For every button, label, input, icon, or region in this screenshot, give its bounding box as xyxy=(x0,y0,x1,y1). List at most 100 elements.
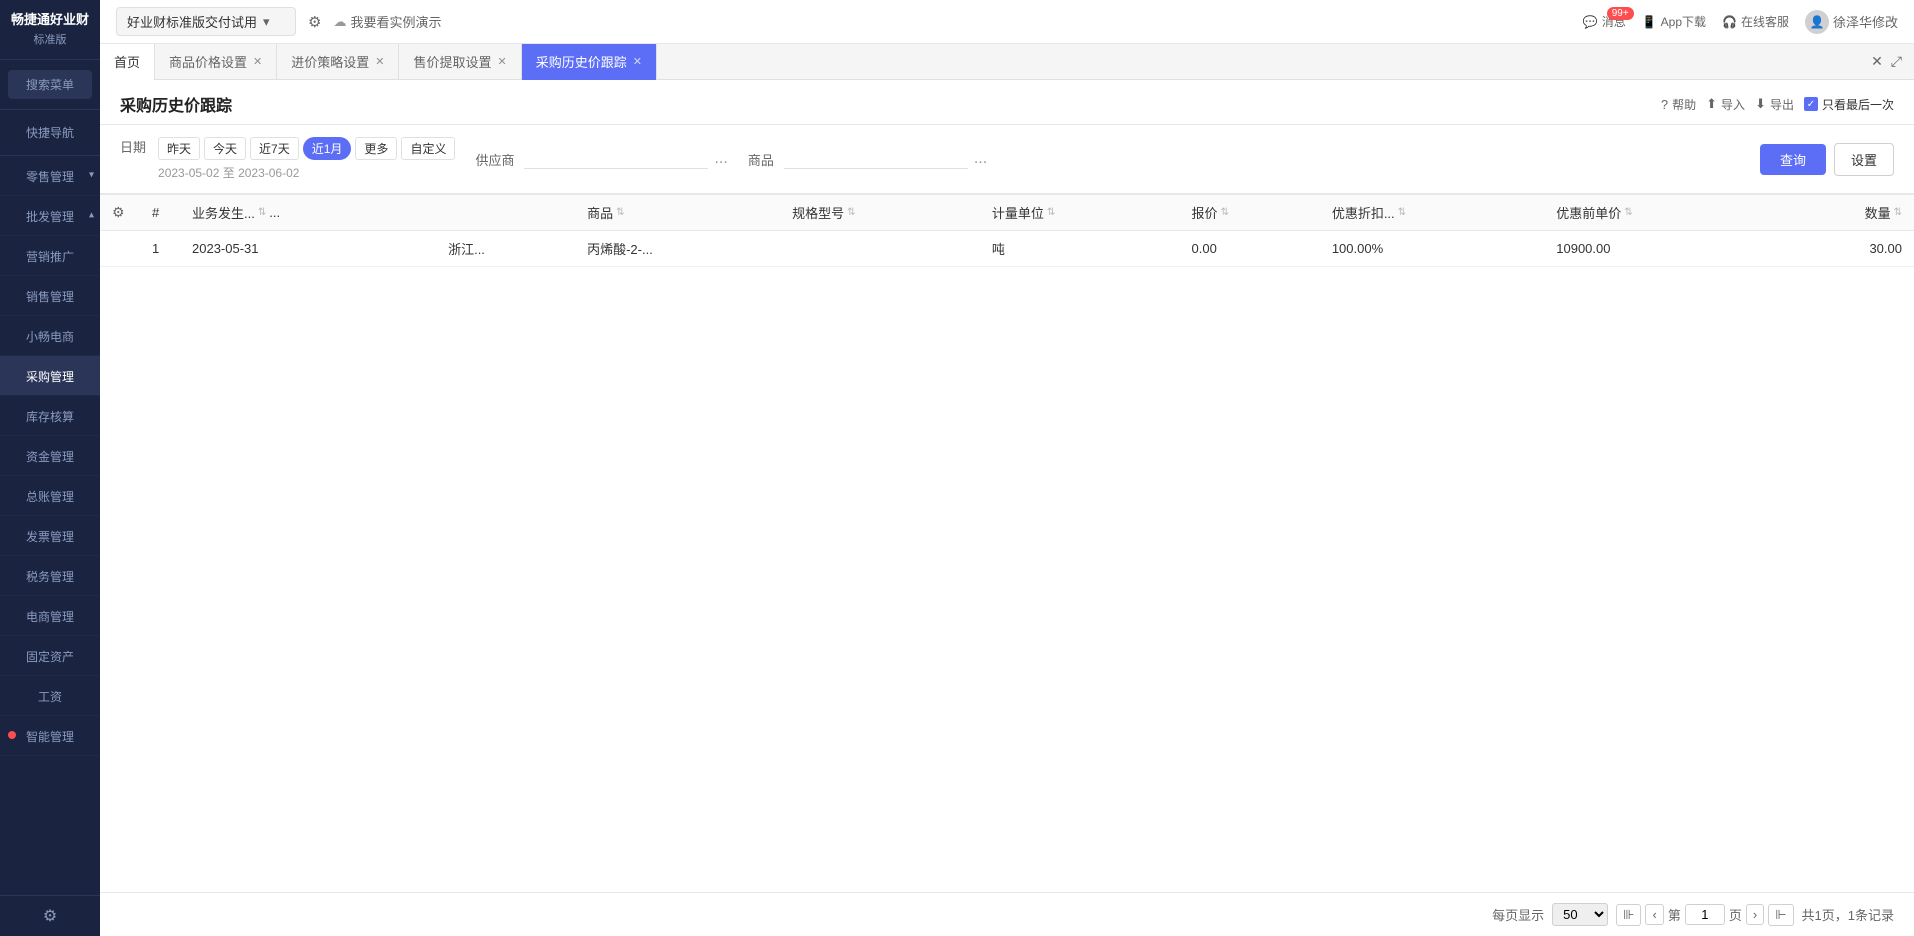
search-menu-button[interactable]: 搜索菜单 xyxy=(8,70,92,99)
quick-nav-button[interactable]: 快捷导航 xyxy=(0,116,100,149)
th-quote[interactable]: 报价 ⇅ xyxy=(1180,195,1320,231)
tab-home[interactable]: 首页 xyxy=(100,44,155,80)
cell-biz-date: 2023-05-31 xyxy=(180,231,436,267)
th-qty[interactable]: 数量 ⇅ xyxy=(1774,195,1914,231)
tab-sale-price[interactable]: 售价提取设置 ✕ xyxy=(399,44,521,80)
date-options-row: 昨天 今天 近7天 近1月 更多 自定义 xyxy=(158,137,455,160)
th-goods[interactable]: 商品 ⇅ xyxy=(575,195,780,231)
sidebar-item-invoice[interactable]: 发票管理 xyxy=(0,516,100,556)
goods-input[interactable] xyxy=(784,149,968,169)
export-button[interactable]: ⬇ 导出 xyxy=(1755,96,1794,113)
sidebar-item-retail[interactable]: 零售管理 ▾ xyxy=(0,156,100,196)
demo-button[interactable]: ☁ 我要看实例演示 xyxy=(333,12,441,31)
sidebar-item-ledger[interactable]: 总账管理 xyxy=(0,476,100,516)
sidebar-item-marketing[interactable]: 营销推广 xyxy=(0,236,100,276)
column-settings-icon[interactable]: ⚙ xyxy=(112,204,125,220)
help-button[interactable]: ? 帮助 xyxy=(1661,96,1696,113)
tab-purchase-strategy-close[interactable]: ✕ xyxy=(375,55,384,68)
topbar-gear-icon[interactable]: ⚙ xyxy=(308,13,321,31)
date-btn-1month[interactable]: 近1月 xyxy=(303,137,352,160)
import-button[interactable]: ⬆ 导入 xyxy=(1706,96,1745,113)
sidebar-item-smart[interactable]: 智能管理 xyxy=(0,716,100,756)
query-button[interactable]: 查询 xyxy=(1760,144,1826,175)
help-icon: ? xyxy=(1661,97,1668,112)
sidebar-item-ecommerce-small[interactable]: 小畅电商 xyxy=(0,316,100,356)
checkbox-icon: ✓ xyxy=(1804,97,1818,111)
per-page-select[interactable]: 10 20 50 100 xyxy=(1552,903,1608,926)
demo-text: 我要看实例演示 xyxy=(350,12,441,31)
sidebar-item-wholesale[interactable]: 批发管理 ▴ xyxy=(0,196,100,236)
tab-history-price[interactable]: 采购历史价跟踪 ✕ xyxy=(522,44,657,80)
tab-price[interactable]: 商品价格设置 ✕ xyxy=(155,44,277,80)
cell-unit: 吨 xyxy=(980,231,1180,267)
page-input[interactable]: 1 xyxy=(1685,904,1725,925)
tab-purchase-strategy-label: 进价策略设置 xyxy=(291,52,369,71)
close-tab-button[interactable]: ✕ xyxy=(1867,49,1887,74)
sort-icon-biz-date: ⇅ xyxy=(258,207,266,218)
import-icon: ⬆ xyxy=(1706,96,1717,112)
cell-no: 1 xyxy=(140,231,180,267)
th-unit[interactable]: 计量单位 ⇅ xyxy=(980,195,1180,231)
last-page-button[interactable]: ⊩ xyxy=(1768,904,1793,926)
online-service-button[interactable]: 🎧 在线客服 xyxy=(1722,13,1789,30)
avatar: 👤 xyxy=(1805,10,1829,34)
maximize-tab-button[interactable]: ⤢ xyxy=(1887,49,1906,74)
only-last-checkbox[interactable]: ✓ 只看最后一次 xyxy=(1804,96,1894,113)
sidebar-item-finance[interactable]: 资金管理 xyxy=(0,436,100,476)
next-page-button[interactable]: › xyxy=(1746,904,1764,925)
smart-dot xyxy=(8,731,16,739)
tab-history-price-label: 采购历史价跟踪 xyxy=(536,52,627,71)
th-more-dots: ... xyxy=(269,205,280,220)
sort-icon-pre-discount-price: ⇅ xyxy=(1624,207,1632,218)
chevron-up-icon: ▴ xyxy=(89,210,94,221)
version-selector[interactable]: 好业财标准版交付试用 ▾ xyxy=(116,7,296,36)
first-page-button[interactable]: ⊪ xyxy=(1616,904,1641,926)
sidebar-quick-nav[interactable]: 快捷导航 xyxy=(0,110,100,156)
per-page-label: 每页显示 xyxy=(1492,905,1544,924)
supplier-dots[interactable]: ... xyxy=(714,150,727,168)
tab-history-price-close[interactable]: ✕ xyxy=(633,55,642,68)
message-button[interactable]: 💬 消息 99+ xyxy=(1583,13,1626,30)
date-btn-custom[interactable]: 自定义 xyxy=(401,137,455,160)
th-biz-date[interactable]: 业务发生... ⇅ ... xyxy=(180,195,436,231)
date-btn-7days[interactable]: 近7天 xyxy=(250,137,299,160)
th-gear[interactable]: ⚙ xyxy=(100,195,140,231)
user-name: 徐泽华修改 xyxy=(1833,12,1898,31)
sidebar-item-purchase[interactable]: 采购管理 xyxy=(0,356,100,396)
sidebar-item-inventory[interactable]: 库存核算 xyxy=(0,396,100,436)
th-spec[interactable]: 规格型号 ⇅ xyxy=(780,195,980,231)
goods-filter-group: 商品 ... xyxy=(748,149,987,169)
cell-gear xyxy=(100,231,140,267)
sort-icon-discount: ⇅ xyxy=(1398,207,1406,218)
prev-page-button[interactable]: ‹ xyxy=(1645,904,1663,925)
chevron-down-icon: ▾ xyxy=(89,170,94,181)
date-btn-yesterday[interactable]: 昨天 xyxy=(158,137,200,160)
th-supplier xyxy=(436,195,575,231)
sidebar-item-fixed-assets[interactable]: 固定资产 xyxy=(0,636,100,676)
sidebar-item-salary[interactable]: 工资 xyxy=(0,676,100,716)
th-pre-discount-price[interactable]: 优惠前单价 ⇅ xyxy=(1544,195,1773,231)
date-filter-group: 日期 昨天 今天 近7天 近1月 更多 自定义 2023-05-02 至 202… xyxy=(120,137,455,181)
filter-settings-button[interactable]: 设置 xyxy=(1834,143,1894,176)
supplier-input[interactable] xyxy=(524,149,708,169)
tab-price-close[interactable]: ✕ xyxy=(253,55,262,68)
total-info: 共1页，1条记录 xyxy=(1802,905,1894,924)
date-btn-more[interactable]: 更多 xyxy=(355,137,397,160)
table-header-row: ⚙ # 业务发生... ⇅ ... xyxy=(100,195,1914,231)
sidebar-item-ecommerce[interactable]: 电商管理 xyxy=(0,596,100,636)
tab-purchase-strategy[interactable]: 进价策略设置 ✕ xyxy=(277,44,399,80)
date-btn-today[interactable]: 今天 xyxy=(204,137,246,160)
table-row[interactable]: 1 2023-05-31 浙江... 丙烯酸-2-... 吨 0.00 100.… xyxy=(100,231,1914,267)
th-discount[interactable]: 优惠折扣... ⇅ xyxy=(1320,195,1544,231)
sidebar-search-section[interactable]: 搜索菜单 xyxy=(0,60,100,110)
user-menu-button[interactable]: 👤 徐泽华修改 xyxy=(1805,10,1898,34)
sidebar-item-sales[interactable]: 销售管理 xyxy=(0,276,100,316)
goods-dots[interactable]: ... xyxy=(974,150,987,168)
import-label: 导入 xyxy=(1721,96,1745,113)
page-label: 第 xyxy=(1668,905,1681,924)
app-download-button[interactable]: 📱 App下载 xyxy=(1642,13,1706,30)
th-biz-date-label: 业务发生... xyxy=(192,203,255,222)
sidebar-item-tax[interactable]: 税务管理 xyxy=(0,556,100,596)
settings-gear-icon[interactable]: ⚙ xyxy=(43,908,57,925)
tab-sale-price-close[interactable]: ✕ xyxy=(498,55,507,68)
